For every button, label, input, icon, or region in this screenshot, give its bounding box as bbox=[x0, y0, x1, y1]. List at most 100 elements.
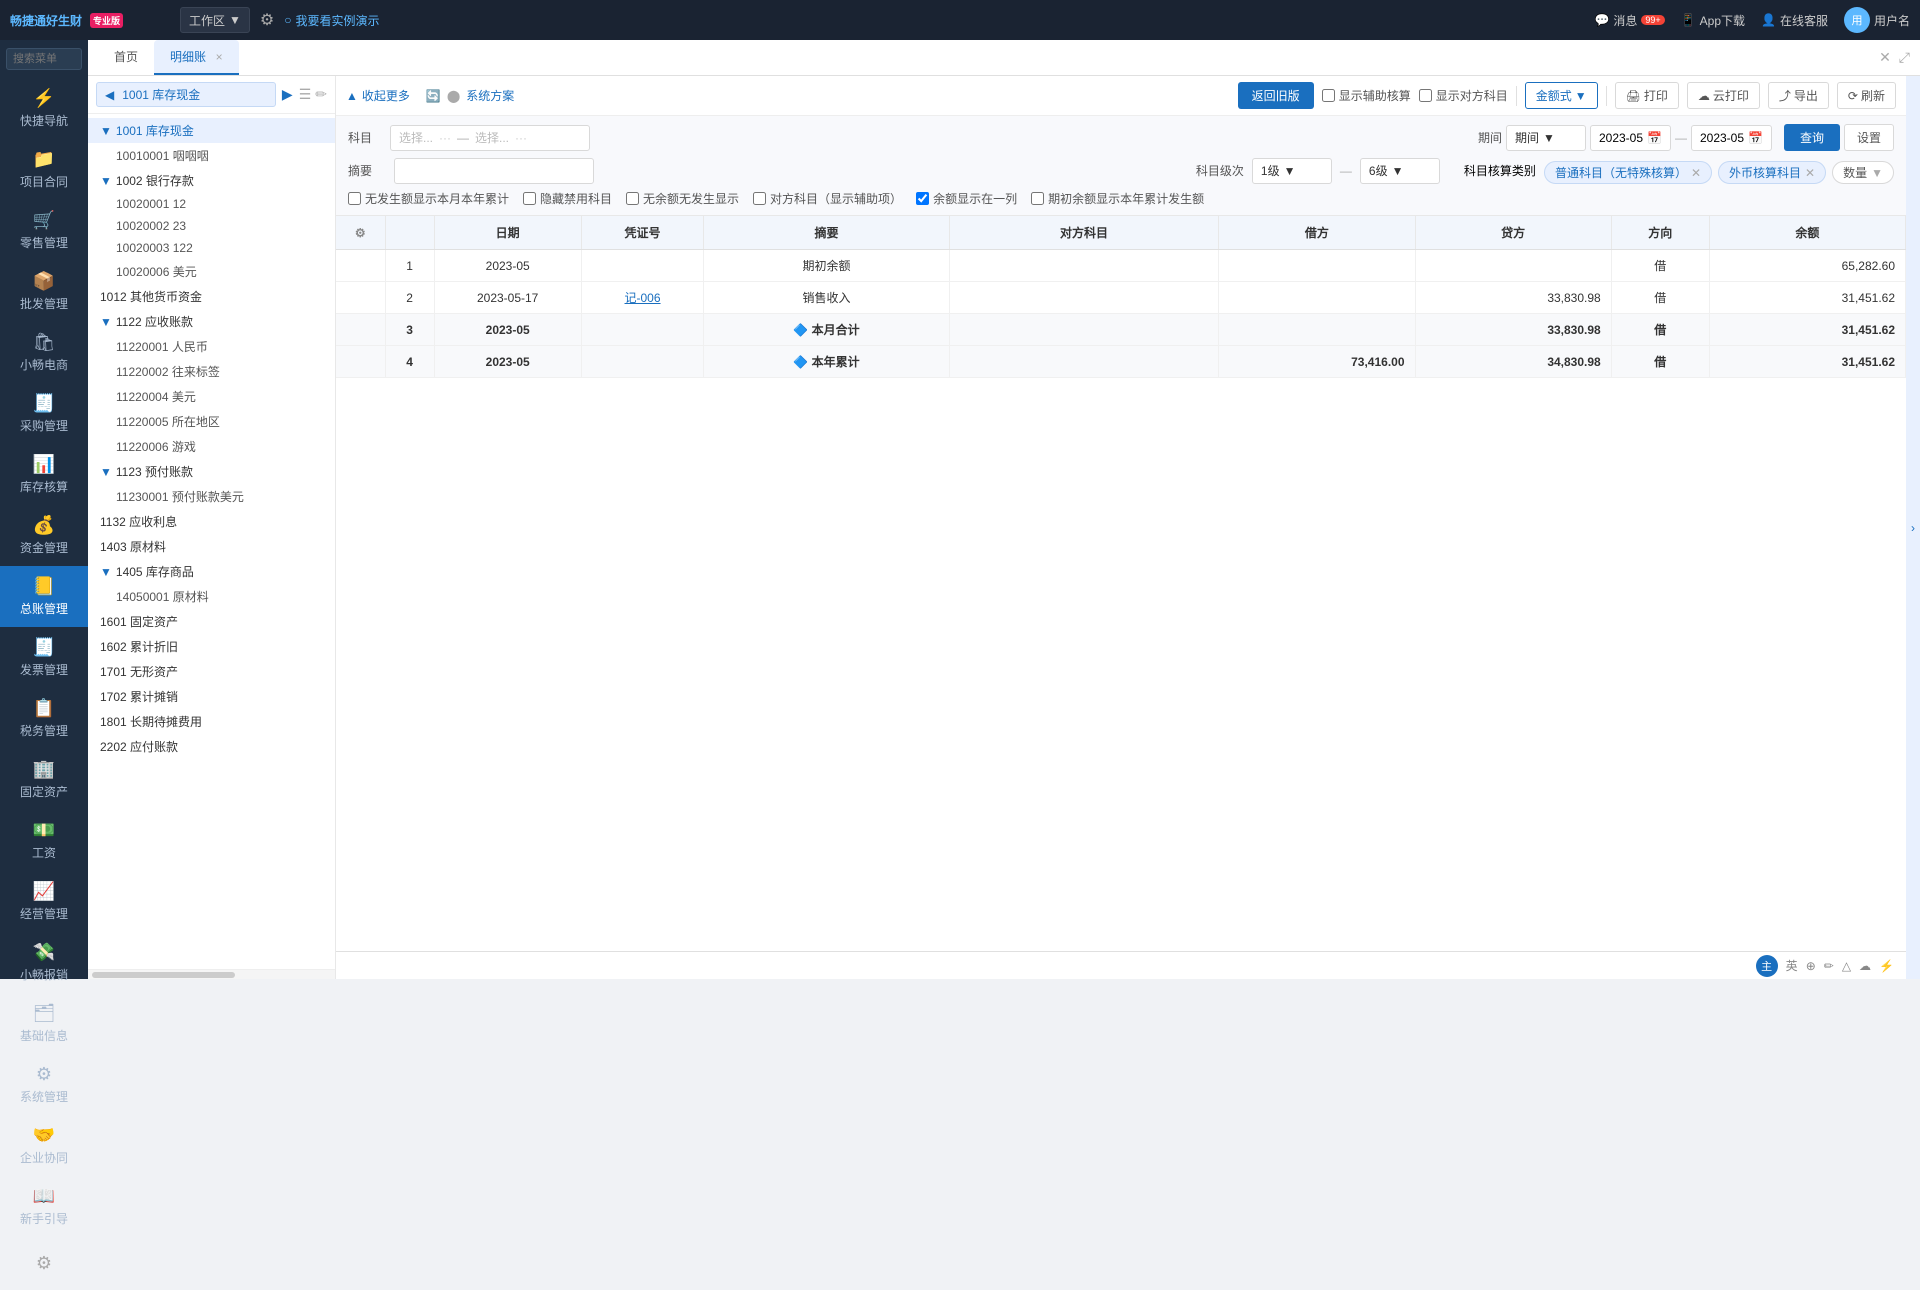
expand-button[interactable]: ▲ 收起更多 bbox=[346, 87, 410, 104]
refresh-button[interactable]: ⟳ 刷新 bbox=[1837, 82, 1896, 109]
print-button[interactable]: 🖨 打印 bbox=[1615, 82, 1679, 109]
tree-node-1123[interactable]: ▼1123 预付账款 bbox=[88, 459, 335, 484]
tree-node-1012[interactable]: 1012 其他货币资金 bbox=[88, 284, 335, 309]
sidebar-item-quick-nav[interactable]: ⚡ 快捷导航 bbox=[0, 78, 88, 139]
checkbox-1[interactable] bbox=[523, 192, 536, 205]
tree-node-1601[interactable]: 1601 固定资产 bbox=[88, 609, 335, 634]
filter-tag-close-0[interactable]: ✕ bbox=[1691, 166, 1701, 180]
sidebar-item-wholesale[interactable]: 📦 批发管理 bbox=[0, 261, 88, 322]
tree-node-1602[interactable]: 1602 累计折旧 bbox=[88, 634, 335, 659]
sidebar-item-base[interactable]: 🗂 基础信息 bbox=[0, 993, 88, 1054]
tree-node-1701[interactable]: 1701 无形资产 bbox=[88, 659, 335, 684]
level-end-select[interactable]: 6级 ▼ bbox=[1360, 158, 1440, 184]
status-icon-1[interactable]: ⊕ bbox=[1806, 959, 1816, 973]
checkbox-2[interactable] bbox=[626, 192, 639, 205]
export-button[interactable]: ⤴ 导出 bbox=[1768, 82, 1829, 109]
checkbox-0[interactable] bbox=[348, 192, 361, 205]
sidebar-item-purchase[interactable]: 🧾 采购管理 bbox=[0, 383, 88, 444]
checkbox-3[interactable] bbox=[753, 192, 766, 205]
tree-node-11230001[interactable]: 11230001 预付账款美元 bbox=[88, 484, 335, 509]
message-button[interactable]: 💬 消息 99+ bbox=[1594, 12, 1664, 29]
tab-close-icon[interactable]: × bbox=[216, 50, 223, 64]
th-voucher[interactable]: 凭证号 bbox=[581, 216, 704, 250]
sidebar-item-finance[interactable]: 💰 资金管理 bbox=[0, 505, 88, 566]
tab-detail[interactable]: 明细账 × bbox=[154, 40, 239, 75]
tab-home[interactable]: 首页 bbox=[98, 40, 154, 75]
amount-type-button[interactable]: 金额式 ▼ bbox=[1525, 82, 1598, 109]
user-profile-button[interactable]: 用 用户名 bbox=[1844, 7, 1910, 33]
sidebar-item-guide[interactable]: 📖 新手引导 bbox=[0, 1176, 88, 1237]
tree-node-11220004[interactable]: 11220004 美元 bbox=[88, 384, 335, 409]
th-debit[interactable]: 借方 bbox=[1219, 216, 1415, 250]
td-voucher-2[interactable]: 记-006 bbox=[581, 282, 704, 314]
th-direction[interactable]: 方向 bbox=[1611, 216, 1709, 250]
scheme-icon[interactable]: 🔄 bbox=[426, 89, 441, 103]
sidebar-item-invoice[interactable]: 🧾 发票管理 bbox=[0, 627, 88, 688]
tree-scrollbar[interactable] bbox=[88, 969, 335, 979]
status-main-btn[interactable]: 主 bbox=[1756, 955, 1778, 977]
th-balance[interactable]: 余额 bbox=[1709, 216, 1905, 250]
sidebar-search-input[interactable] bbox=[6, 48, 82, 70]
app-download-button[interactable]: 📱 App下载 bbox=[1681, 12, 1745, 29]
workspace-selector[interactable]: 工作区 ▼ bbox=[180, 7, 250, 33]
status-icon-5[interactable]: ⚡ bbox=[1879, 959, 1894, 973]
sidebar-item-system[interactable]: ⚙ 系统管理 bbox=[0, 1054, 88, 1115]
checkbox-4[interactable] bbox=[916, 192, 929, 205]
sidebar-item-retail[interactable]: 🛒 零售管理 bbox=[0, 200, 88, 261]
tree-node-1122[interactable]: ▼1122 应收账款 bbox=[88, 309, 335, 334]
sidebar-item-tax[interactable]: 📋 税务管理 bbox=[0, 688, 88, 749]
demo-link[interactable]: ○ 我要看实例演示 bbox=[284, 12, 379, 29]
th-gear[interactable]: ⚙ bbox=[336, 216, 385, 250]
status-icon-3[interactable]: △ bbox=[1842, 959, 1851, 973]
tree-node-1801[interactable]: 1801 长期待摊费用 bbox=[88, 709, 335, 734]
tree-node-10020006[interactable]: 10020006 美元 bbox=[88, 259, 335, 284]
tree-node-10020001[interactable]: 10020001 12 bbox=[88, 193, 335, 215]
tree-node-1132[interactable]: 1132 应收利息 bbox=[88, 509, 335, 534]
sidebar-item-operation[interactable]: 📈 经营管理 bbox=[0, 871, 88, 932]
status-lang[interactable]: 英 bbox=[1786, 957, 1798, 974]
voucher-link-2[interactable]: 记-006 bbox=[625, 291, 661, 305]
right-collapse-handle[interactable]: › bbox=[1906, 76, 1920, 979]
status-icon-4[interactable]: ☁ bbox=[1859, 959, 1871, 973]
tree-node-1702[interactable]: 1702 累计摊销 bbox=[88, 684, 335, 709]
tree-node-10010001[interactable]: 10010001 咽咽咽 bbox=[88, 143, 335, 168]
filter-tag-close-2[interactable]: ▼ bbox=[1871, 166, 1883, 180]
sidebar-item-ecommerce[interactable]: 🛍 小畅电商 bbox=[0, 322, 88, 383]
period-start-input[interactable]: 2023-05 📅 bbox=[1590, 125, 1671, 151]
online-service-button[interactable]: 👤 在线客服 bbox=[1761, 12, 1828, 29]
period-type-select[interactable]: 期间 ▼ bbox=[1506, 125, 1586, 151]
sidebar-settings-icon[interactable]: ⚙ bbox=[28, 1245, 60, 1282]
tree-node-11220005[interactable]: 11220005 所在地区 bbox=[88, 409, 335, 434]
sidebar-item-inventory[interactable]: 📊 库存核算 bbox=[0, 444, 88, 505]
tree-node-11220002[interactable]: 11220002 往来标签 bbox=[88, 359, 335, 384]
status-icon-2[interactable]: ✏ bbox=[1824, 959, 1834, 973]
table-gear-icon[interactable]: ⚙ bbox=[355, 226, 366, 240]
subject-input[interactable]: 选择... ··· — 选择... ··· bbox=[390, 125, 590, 151]
panel-close-btn[interactable]: ✕ bbox=[1879, 49, 1891, 66]
return-old-version-button[interactable]: 返回旧版 bbox=[1238, 82, 1314, 109]
tree-node-10020002[interactable]: 10020002 23 bbox=[88, 215, 335, 237]
filter-tag-close-1[interactable]: ✕ bbox=[1805, 166, 1815, 180]
tree-list-icon[interactable]: ☰ bbox=[299, 86, 312, 103]
tree-node-1001[interactable]: ▼1001 库存现金 bbox=[88, 118, 335, 143]
gear-icon[interactable]: ⚙ bbox=[260, 10, 274, 30]
tree-node-2202[interactable]: 2202 应付账款 bbox=[88, 734, 335, 759]
show-opposite-checkbox[interactable] bbox=[1419, 89, 1432, 102]
tree-node-1002[interactable]: ▼1002 银行存款 bbox=[88, 168, 335, 193]
level-start-select[interactable]: 1级 ▼ bbox=[1252, 158, 1332, 184]
summary-input[interactable] bbox=[394, 158, 594, 184]
setting-button[interactable]: 设置 bbox=[1844, 124, 1894, 151]
show-aux-checkbox[interactable] bbox=[1322, 89, 1335, 102]
panel-expand-btn[interactable]: ⤢ bbox=[1899, 49, 1910, 66]
th-summary[interactable]: 摘要 bbox=[704, 216, 949, 250]
scheme-button[interactable]: 系统方案 bbox=[466, 87, 514, 104]
sidebar-item-project[interactable]: 📁 项目合同 bbox=[0, 139, 88, 200]
th-credit[interactable]: 贷方 bbox=[1415, 216, 1611, 250]
tree-right-arrow-icon[interactable]: ▶ bbox=[282, 86, 293, 103]
tree-node-11220001[interactable]: 11220001 人民币 bbox=[88, 334, 335, 359]
sidebar-item-asset[interactable]: 🏢 固定资产 bbox=[0, 749, 88, 810]
checkbox-5[interactable] bbox=[1031, 192, 1044, 205]
tree-node-1403[interactable]: 1403 原材料 bbox=[88, 534, 335, 559]
tree-node-14050001[interactable]: 14050001 原材料 bbox=[88, 584, 335, 609]
tree-edit-icon[interactable]: ✏ bbox=[315, 86, 327, 103]
